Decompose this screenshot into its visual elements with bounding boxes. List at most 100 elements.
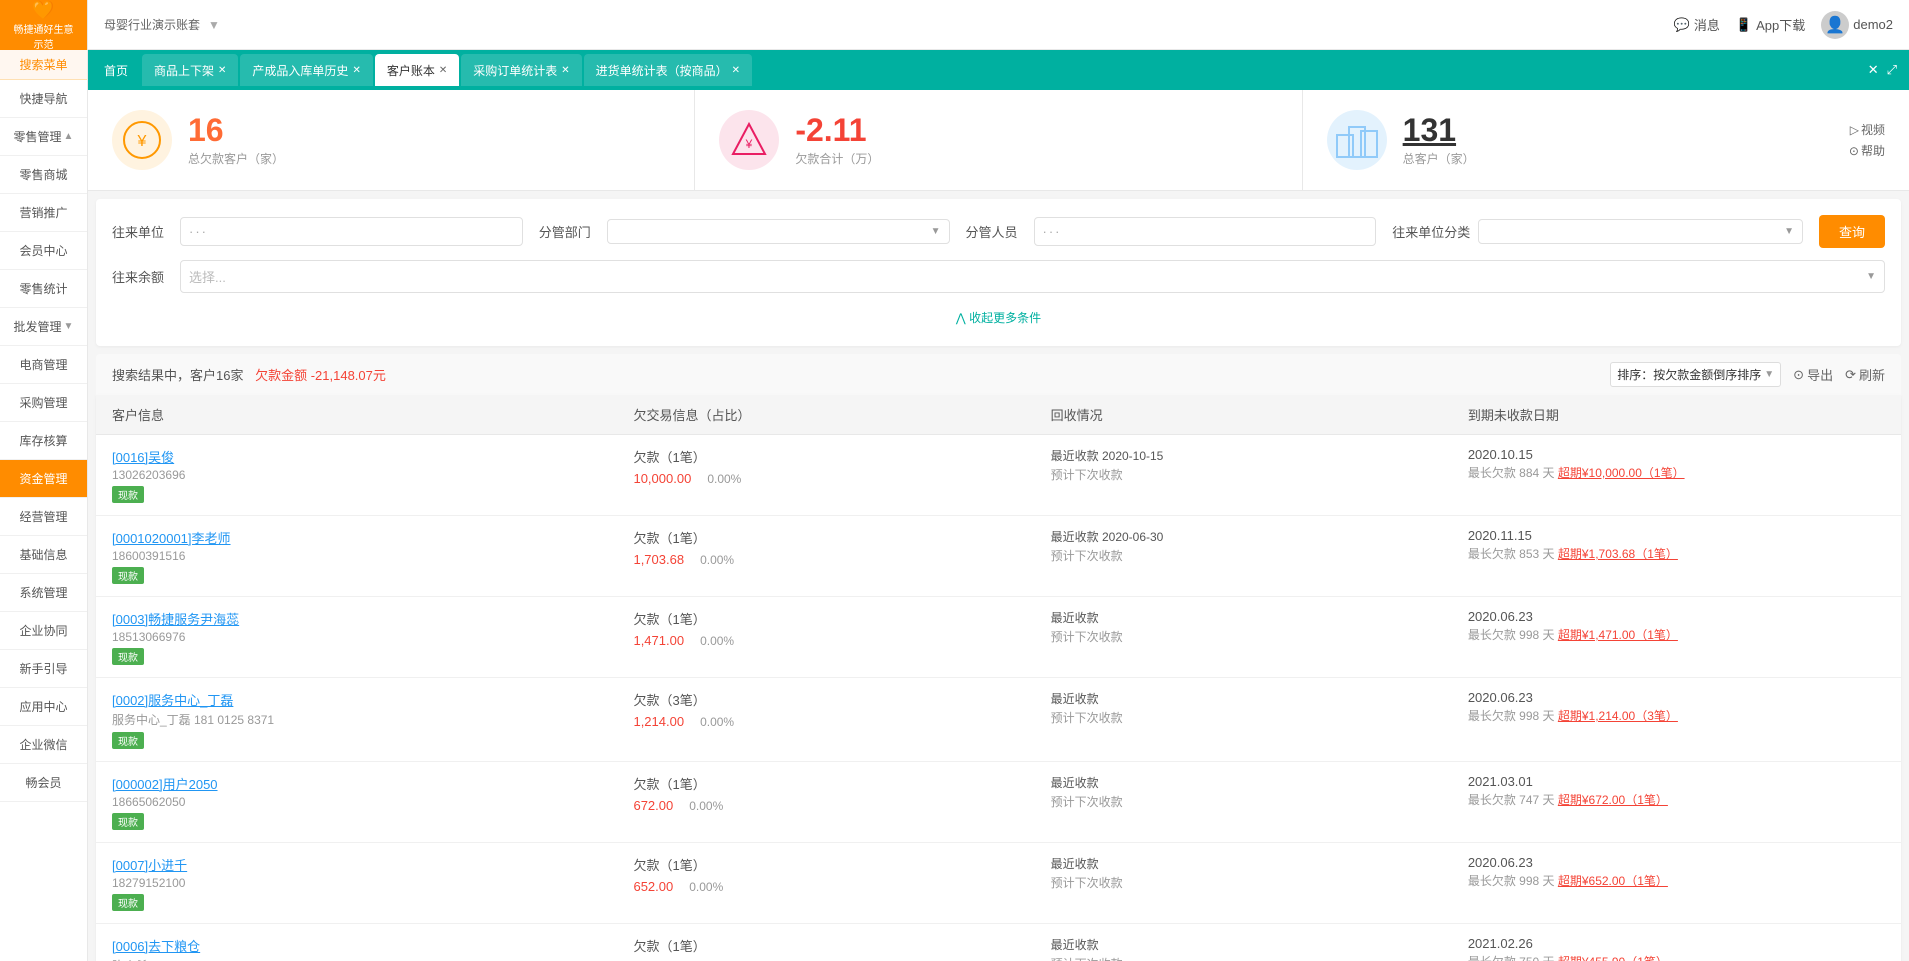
debt-info-cell: 欠款（1笔） 652.00 0.00%	[633, 855, 1050, 894]
customer-name-link[interactable]: [0016]吴俊	[112, 447, 633, 466]
repayment-cell: 最近收款 预计下次收款	[1051, 609, 1468, 645]
export-btn[interactable]: ⊙ 导出	[1793, 365, 1833, 384]
sidebar-item-zero-retail-mall[interactable]: 零售商城	[0, 156, 87, 194]
sidebar-item-member-center[interactable]: 会员中心	[0, 232, 87, 270]
close-icon[interactable]: ✕	[439, 65, 447, 76]
close-icon[interactable]: ✕	[218, 65, 226, 76]
filter-input-person[interactable]: ···	[1034, 217, 1377, 246]
app-download-btn[interactable]: 📱 App下载	[1736, 15, 1805, 34]
debt-amount[interactable]: 1,214.00	[633, 714, 684, 729]
tab-import-stats[interactable]: 进货单统计表（按商品） ✕	[584, 54, 752, 86]
total-debt-info: -2.11 欠款合计（万）	[795, 114, 1277, 167]
due-date: 2020.06.23	[1468, 855, 1885, 870]
tab-product-listing[interactable]: 商品上下架 ✕	[142, 54, 238, 86]
debtors-label: 总欠款客户（家）	[188, 150, 670, 167]
table-row: [0003]畅捷服务尹海蕊 18513066976 现款 欠款（1笔） 1,47…	[96, 597, 1901, 678]
sidebar-item-newbie[interactable]: 新手引导	[0, 650, 87, 688]
table-row: [0002]服务中心_丁磊 服务中心_丁磊 181 0125 8371 现款 欠…	[96, 678, 1901, 762]
sidebar-item-zero-retail-mgmt[interactable]: 零售管理▲	[0, 118, 87, 156]
collapse-filters-btn[interactable]: ⋀ 收起更多条件	[112, 305, 1885, 330]
tab-label: 商品上下架	[154, 62, 214, 79]
debt-amount[interactable]: 1,703.68	[633, 552, 684, 567]
user-menu[interactable]: 👤 demo2	[1821, 11, 1893, 39]
app-download-label: App下载	[1756, 15, 1805, 34]
filter-select-balance[interactable]: 选择... ▼	[180, 260, 1885, 293]
company-dropdown[interactable]: ▼	[208, 18, 220, 32]
repayment-cell: 最近收款 2020-10-15 预计下次收款	[1051, 447, 1468, 483]
sidebar-item-quick-nav[interactable]: 快捷导航	[0, 80, 87, 118]
customer-info-cell: [000002]用户2050 18665062050 现款	[112, 774, 633, 830]
sidebar-nav: 零售管理▲ 零售商城 营销推广 会员中心 零售统计 批发管理▼ 电商管理 采购管…	[0, 118, 87, 961]
sidebar-item-capital-mgmt[interactable]: 资金管理	[0, 460, 87, 498]
debt-amount[interactable]: 652.00	[633, 879, 673, 894]
overdue-link[interactable]: 超期¥1,703.68（1笔）	[1558, 547, 1678, 561]
chevron-down-icon: ▼	[931, 226, 941, 237]
overdue-link[interactable]: 超期¥455.90（1笔）	[1558, 955, 1668, 961]
sidebar-item-zero-stats[interactable]: 零售统计	[0, 270, 87, 308]
tab-purchase-stats[interactable]: 采购订单统计表 ✕	[461, 54, 581, 86]
svg-text:¥: ¥	[137, 133, 147, 150]
sidebar-item-pro-member[interactable]: 畅会员	[0, 764, 87, 802]
sidebar-item-inventory[interactable]: 库存核算	[0, 422, 87, 460]
debt-amount[interactable]: 1,471.00	[633, 633, 684, 648]
tab-customer-account[interactable]: 客户账本 ✕	[375, 54, 459, 86]
sidebar-item-corp-collab[interactable]: 企业协同	[0, 612, 87, 650]
search-menu[interactable]: 搜索菜单	[0, 50, 87, 80]
recent-payment: 最近收款	[1051, 690, 1468, 707]
sidebar-item-app-center[interactable]: 应用中心	[0, 688, 87, 726]
recent-payment: 最近收款	[1051, 609, 1468, 626]
tab-expand-icon[interactable]: ⤢	[1887, 62, 1897, 78]
sidebar-item-sys-mgmt[interactable]: 系统管理	[0, 574, 87, 612]
message-btn[interactable]: 💬 消息	[1674, 15, 1720, 34]
sidebar-item-basic-info[interactable]: 基础信息	[0, 536, 87, 574]
recent-payment: 最近收款	[1051, 774, 1468, 791]
tab-product-history[interactable]: 产成品入库单历史 ✕	[240, 54, 372, 86]
app-logo[interactable]: 🧡 畅捷通好生意 示范	[0, 0, 87, 50]
tab-prev-icon[interactable]: ✕	[1868, 62, 1879, 78]
company-name: 母婴行业演示账套	[104, 16, 200, 33]
debt-amount[interactable]: 672.00	[633, 798, 673, 813]
table-row: [0001020001]李老师 18600391516 现款 欠款（1笔） 1,…	[96, 516, 1901, 597]
overdue-link[interactable]: 超期¥1,471.00（1笔）	[1558, 628, 1678, 642]
customer-name-link[interactable]: [0007]小进千	[112, 855, 633, 874]
debt-percent: 0.00%	[700, 553, 734, 567]
search-button[interactable]: 查询	[1819, 215, 1885, 248]
sidebar-item-marketing[interactable]: 营销推广	[0, 194, 87, 232]
customer-phone: 18665062050	[112, 795, 633, 809]
filter-input-unit[interactable]: ···	[180, 217, 523, 246]
debtors-icon: ¥	[112, 110, 172, 170]
sidebar-item-biz-mgmt[interactable]: 经营管理	[0, 498, 87, 536]
customer-name-link[interactable]: [0001020001]李老师	[112, 528, 633, 547]
filter-label-category: 往来单位分类	[1392, 222, 1470, 241]
tab-home[interactable]: 首页	[92, 54, 140, 86]
refresh-btn[interactable]: ⟳ 刷新	[1845, 365, 1885, 384]
filter-area: 往来单位 ··· 分管部门 ▼ 分管人员 ···	[96, 199, 1901, 346]
close-icon[interactable]: ✕	[352, 65, 360, 76]
customer-name-link[interactable]: [0003]畅捷服务尹海蕊	[112, 609, 633, 628]
overdue-link[interactable]: 超期¥652.00（1笔）	[1558, 874, 1668, 888]
customer-info-cell: [0002]服务中心_丁磊 服务中心_丁磊 181 0125 8371 现款	[112, 690, 633, 749]
sort-select[interactable]: 排序：按欠款金额倒序排序 ▼	[1610, 362, 1781, 387]
close-icon[interactable]: ✕	[732, 65, 740, 76]
customer-name-link[interactable]: [0006]去下粮仓	[112, 936, 633, 955]
customer-name-link[interactable]: [0002]服务中心_丁磊	[112, 690, 633, 709]
sidebar-item-corp-wechat[interactable]: 企业微信	[0, 726, 87, 764]
debt-amount[interactable]: 10,000.00	[633, 471, 691, 486]
repayment-cell: 最近收款 预计下次收款	[1051, 774, 1468, 810]
video-btn[interactable]: ▷ 视频	[1850, 121, 1885, 138]
customer-name-link[interactable]: [000002]用户2050	[112, 774, 633, 793]
sidebar-item-ecommerce[interactable]: 电商管理	[0, 346, 87, 384]
recent-payment: 最近收款	[1051, 855, 1468, 872]
overdue-link[interactable]: 超期¥672.00（1笔）	[1558, 793, 1668, 807]
sidebar-item-purchase-mgmt[interactable]: 采购管理	[0, 384, 87, 422]
filter-select-category[interactable]: ▼	[1478, 219, 1803, 244]
overdue-link[interactable]: 超期¥10,000.00（1笔）	[1558, 466, 1685, 480]
close-icon[interactable]: ✕	[561, 65, 569, 76]
recent-payment: 最近收款 2020-10-15	[1051, 447, 1468, 464]
help-btn[interactable]: ⊙ 帮助	[1849, 142, 1885, 159]
summary-cards: ¥ 16 总欠款客户（家） ¥ -2.11 欠款合计（万）	[88, 90, 1909, 191]
filter-select-dept[interactable]: ▼	[607, 219, 950, 244]
phone-icon: 📱	[1736, 17, 1752, 33]
overdue-link[interactable]: 超期¥1,214.00（3笔）	[1558, 709, 1678, 723]
sidebar-item-batch-mgmt[interactable]: 批发管理▼	[0, 308, 87, 346]
